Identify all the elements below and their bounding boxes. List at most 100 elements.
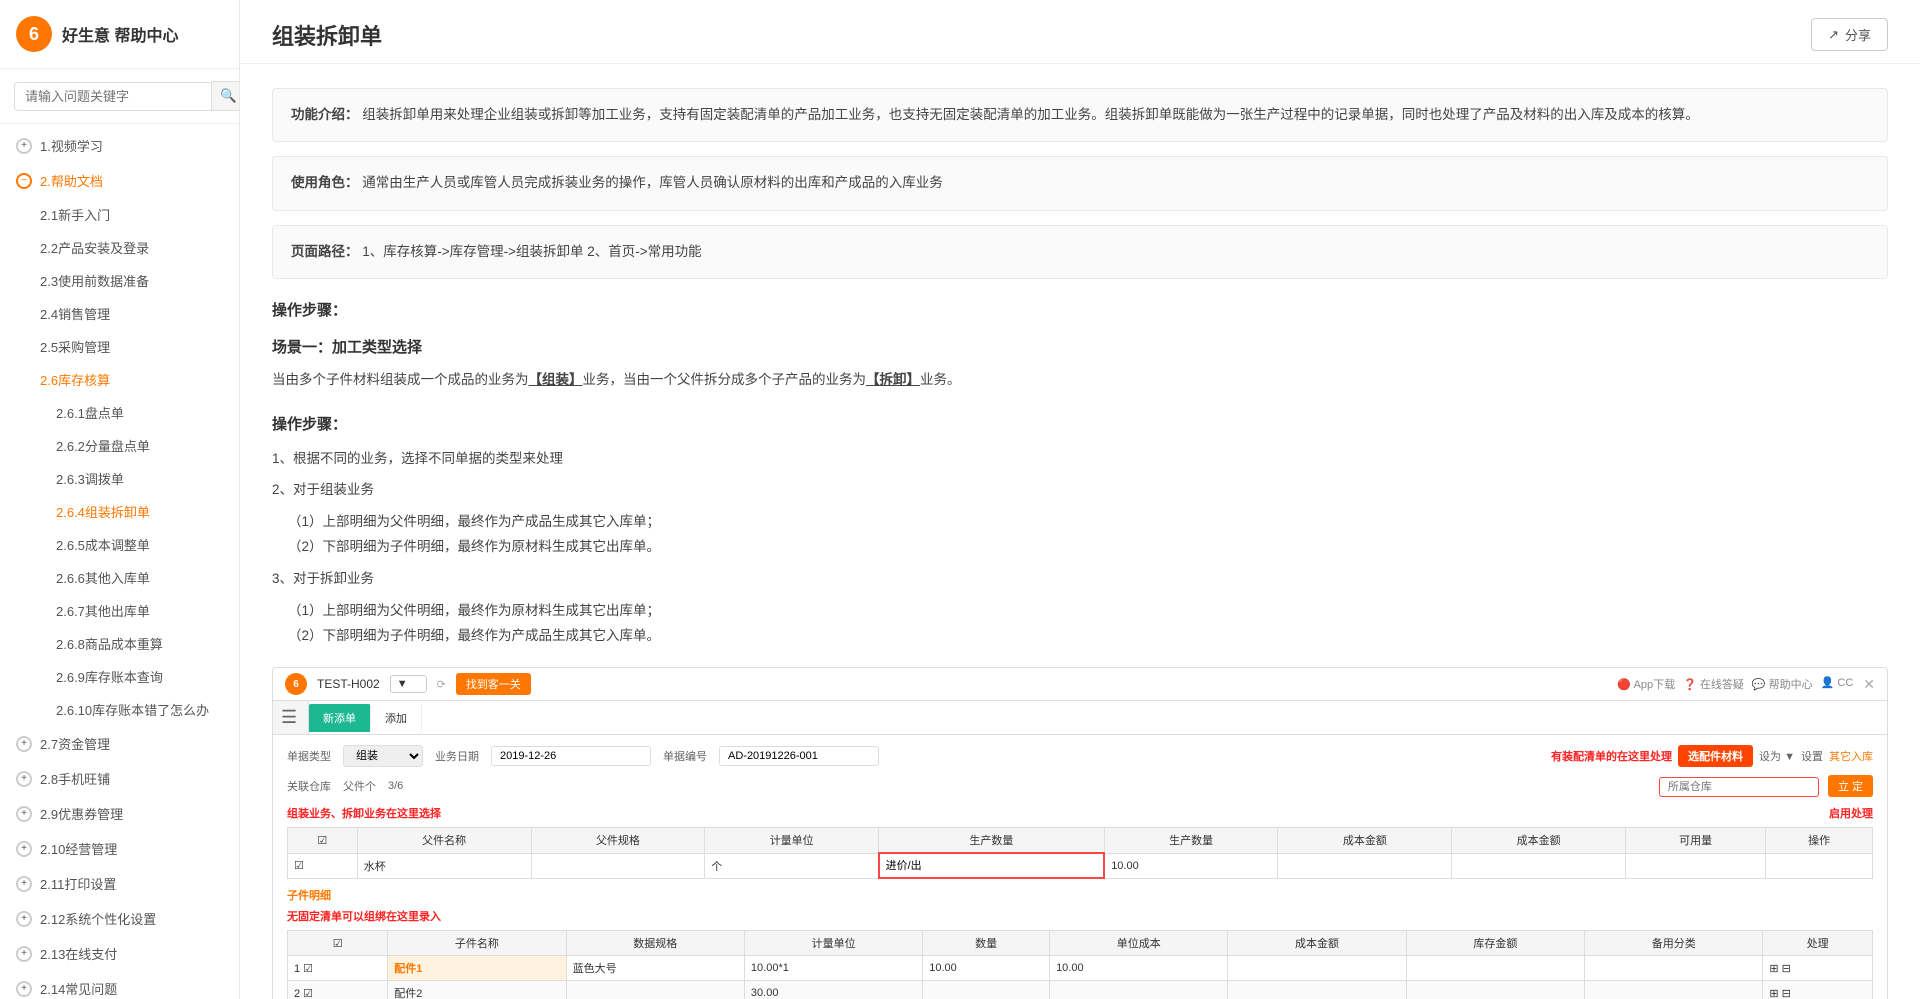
bth-ucost: 单位成本: [1050, 931, 1228, 956]
ss-count-val: 3/6: [388, 780, 403, 792]
ss-icon-help: ❓ 在线答疑: [1683, 676, 1744, 692]
td-check: ☑: [288, 853, 358, 878]
sidebar-item-213[interactable]: + 2.13在线支付: [0, 936, 239, 971]
th-name: 父件名称: [357, 828, 531, 854]
th-check: ☑: [288, 828, 358, 854]
bth-stock: 库存金额: [1406, 931, 1584, 956]
td-cost2: [1452, 853, 1626, 878]
ss-btn-config[interactable]: 选配件材料: [1678, 745, 1753, 767]
btd-cat: [1585, 956, 1763, 981]
plus-icon-28: +: [16, 771, 32, 787]
ss-form-row2: 关联仓库 父件个 3/6 立 定: [287, 775, 1873, 797]
sidebar-item-269[interactable]: 2.6.9库存账本查询: [0, 660, 239, 693]
ss-tab-list[interactable]: 添加: [371, 704, 422, 732]
share-button[interactable]: ↗ 分享: [1811, 18, 1888, 51]
btd-stock2: [1406, 981, 1584, 999]
annotation4-text: 启用处理: [1829, 805, 1873, 821]
logo-icon: 6: [16, 16, 52, 52]
sidebar-item-27[interactable]: + 2.7资金管理: [0, 726, 239, 761]
main-content: 功能介绍： 组装拆卸单用来处理企业组装或拆卸等加工业务，支持有固定装配清单的产品…: [240, 64, 1920, 999]
ss-confirm-btn[interactable]: 立 定: [1828, 775, 1873, 797]
sidebar-item-264[interactable]: 2.6.4组装拆卸单: [0, 495, 239, 528]
ss-orderno-label: 单据编号: [663, 748, 707, 764]
sidebar-item-211[interactable]: + 2.11打印设置: [0, 866, 239, 901]
main-panel: 组装拆卸单 ↗ 分享 功能介绍： 组装拆卸单用来处理企业组装或拆卸等加工业务，支…: [240, 0, 1920, 999]
ss-select[interactable]: ▼: [390, 675, 427, 693]
td-unit-qty: 10.00: [1104, 853, 1278, 878]
annotation5-area: 无固定清单可以组绑在这里录入: [287, 907, 1873, 924]
ss-tab-new[interactable]: 新添单: [309, 704, 371, 732]
sidebar-label-214: 2.14常见问题: [40, 979, 117, 998]
role-text: 通常由生产人员或库管人员完成拆装业务的操作，库管人员确认原材料的出库和产成品的入…: [362, 175, 943, 190]
plus-icon: +: [16, 138, 32, 154]
btd-name: 配件1: [388, 956, 566, 981]
btd-spec2: [566, 981, 744, 999]
page-title: 组装拆卸单: [272, 19, 382, 51]
sidebar-item-212[interactable]: + 2.12系统个性化设置: [0, 901, 239, 936]
bth-unit: 计量单位: [744, 931, 922, 956]
sidebar-item-docs[interactable]: − 2.帮助文档: [0, 163, 239, 198]
btd-unit: 10.00*1: [744, 956, 922, 981]
sidebar-item-22[interactable]: 2.2产品安装及登录: [0, 231, 239, 264]
path-block: 页面路径： 1、库存核算->库存管理->组装拆卸单 2、首页->常用功能: [272, 225, 1888, 279]
sidebar-item-210[interactable]: + 2.10经营管理: [0, 831, 239, 866]
sidebar-item-29[interactable]: + 2.9优惠券管理: [0, 796, 239, 831]
search-input[interactable]: [14, 82, 212, 111]
plus-icon-211: +: [16, 876, 32, 892]
step1: 1、根据不同的业务，选择不同单据的类型来处理: [272, 446, 1888, 472]
ss-count-label: 父件个: [343, 778, 376, 794]
ss-orderno-input[interactable]: [719, 746, 879, 766]
sidebar-item-24[interactable]: 2.4销售管理: [0, 297, 239, 330]
table-row: 1 ☑ 配件1 蓝色大号 10.00*1 10.00 10.00 ⊞ ⊟: [288, 956, 1873, 981]
ss-btn-extra3: 其它入库: [1829, 748, 1873, 764]
ss-date-input[interactable]: [491, 746, 651, 766]
ss-btn-newtab[interactable]: 找到客一关: [456, 673, 531, 695]
steps-title: 操作步骤：: [272, 413, 1888, 434]
th-avail: 可用量: [1626, 828, 1766, 854]
intro-text: 组装拆卸单用来处理企业组装或拆卸等加工业务，支持有固定装配清单的产品加工业务，也…: [362, 107, 1699, 122]
sidebar-item-21[interactable]: 2.1新手入门: [0, 198, 239, 231]
nav-section: + 1.视频学习 − 2.帮助文档 2.1新手入门 2.2产品安装及登录 2.3…: [0, 124, 239, 999]
td-prod-input[interactable]: [886, 859, 946, 871]
ss-type-select[interactable]: 组装拆卸: [343, 745, 423, 767]
share-label: 分享: [1845, 25, 1871, 44]
sidebar-label-213: 2.13在线支付: [40, 944, 117, 963]
sidebar-item-26[interactable]: 2.6库存核算: [0, 363, 239, 396]
sidebar-item-265[interactable]: 2.6.5成本调整单: [0, 528, 239, 561]
sidebar-item-266[interactable]: 2.6.6其他入库单: [0, 561, 239, 594]
step2-sub1: （1）上部明细为父件明细，最终作为产成品生成其它入库单；: [288, 509, 1888, 535]
role-label: 使用角色：: [291, 175, 359, 190]
sidebar-item-25[interactable]: 2.5采购管理: [0, 330, 239, 363]
annotation3-text: 组装业务、拆卸业务在这里选择: [287, 805, 441, 821]
ss-close-btn[interactable]: ✕: [1863, 676, 1875, 693]
sidebar-item-268[interactable]: 2.6.8商品成本重算: [0, 627, 239, 660]
sidebar-item-214[interactable]: + 2.14常见问题: [0, 971, 239, 999]
minus-icon: −: [16, 173, 32, 189]
sidebar-item-263[interactable]: 2.6.3调拨单: [0, 462, 239, 495]
td-avail: [1626, 853, 1766, 878]
sidebar-label-27: 2.7资金管理: [40, 734, 110, 753]
sidebar-item-video[interactable]: + 1.视频学习: [0, 128, 239, 163]
search-button[interactable]: 🔍: [212, 81, 240, 111]
sidebar-item-2610[interactable]: 2.6.10库存账本错了怎么办: [0, 693, 239, 726]
ss-icon-app: 🔴 App下载: [1617, 676, 1675, 692]
bth-ops: 处理: [1763, 931, 1873, 956]
plus-icon-214: +: [16, 981, 32, 997]
scene1-title: 场景一：加工类型选择: [272, 336, 1888, 357]
annotation3-area: 组装业务、拆卸业务在这里选择 启用处理: [287, 805, 1873, 821]
bottom-section-label: 子件明细: [287, 887, 1873, 903]
ss-icon-user: 👤 CC: [1821, 676, 1854, 692]
sidebar-item-261[interactable]: 2.6.1盘点单: [0, 396, 239, 429]
sidebar-label-docs: 2.帮助文档: [40, 171, 103, 190]
sidebar-item-28[interactable]: + 2.8手机旺铺: [0, 761, 239, 796]
sidebar-item-267[interactable]: 2.6.7其他出库单: [0, 594, 239, 627]
annotation5-text: 无固定清单可以组绑在这里录入: [287, 911, 441, 923]
sidebar-item-23[interactable]: 2.3使用前数据准备: [0, 264, 239, 297]
annotation1-area: 有装配清单的在这里处理 选配件材料 设为 ▼ 设置 其它入库: [1551, 745, 1873, 767]
top-table-wrapper: ☑ 父件名称 父件规格 计量单位 生产数量 生产数量 成本金额 成本金额 可用量: [287, 827, 1873, 879]
td-unit: 个: [705, 853, 879, 878]
sidebar-item-262[interactable]: 2.6.2分量盘点单: [0, 429, 239, 462]
intro-block: 功能介绍： 组装拆卸单用来处理企业组装或拆卸等加工业务，支持有固定装配清单的产品…: [272, 88, 1888, 142]
sidebar-label-210: 2.10经营管理: [40, 839, 117, 858]
ss-warehouse-input[interactable]: [1659, 777, 1819, 797]
